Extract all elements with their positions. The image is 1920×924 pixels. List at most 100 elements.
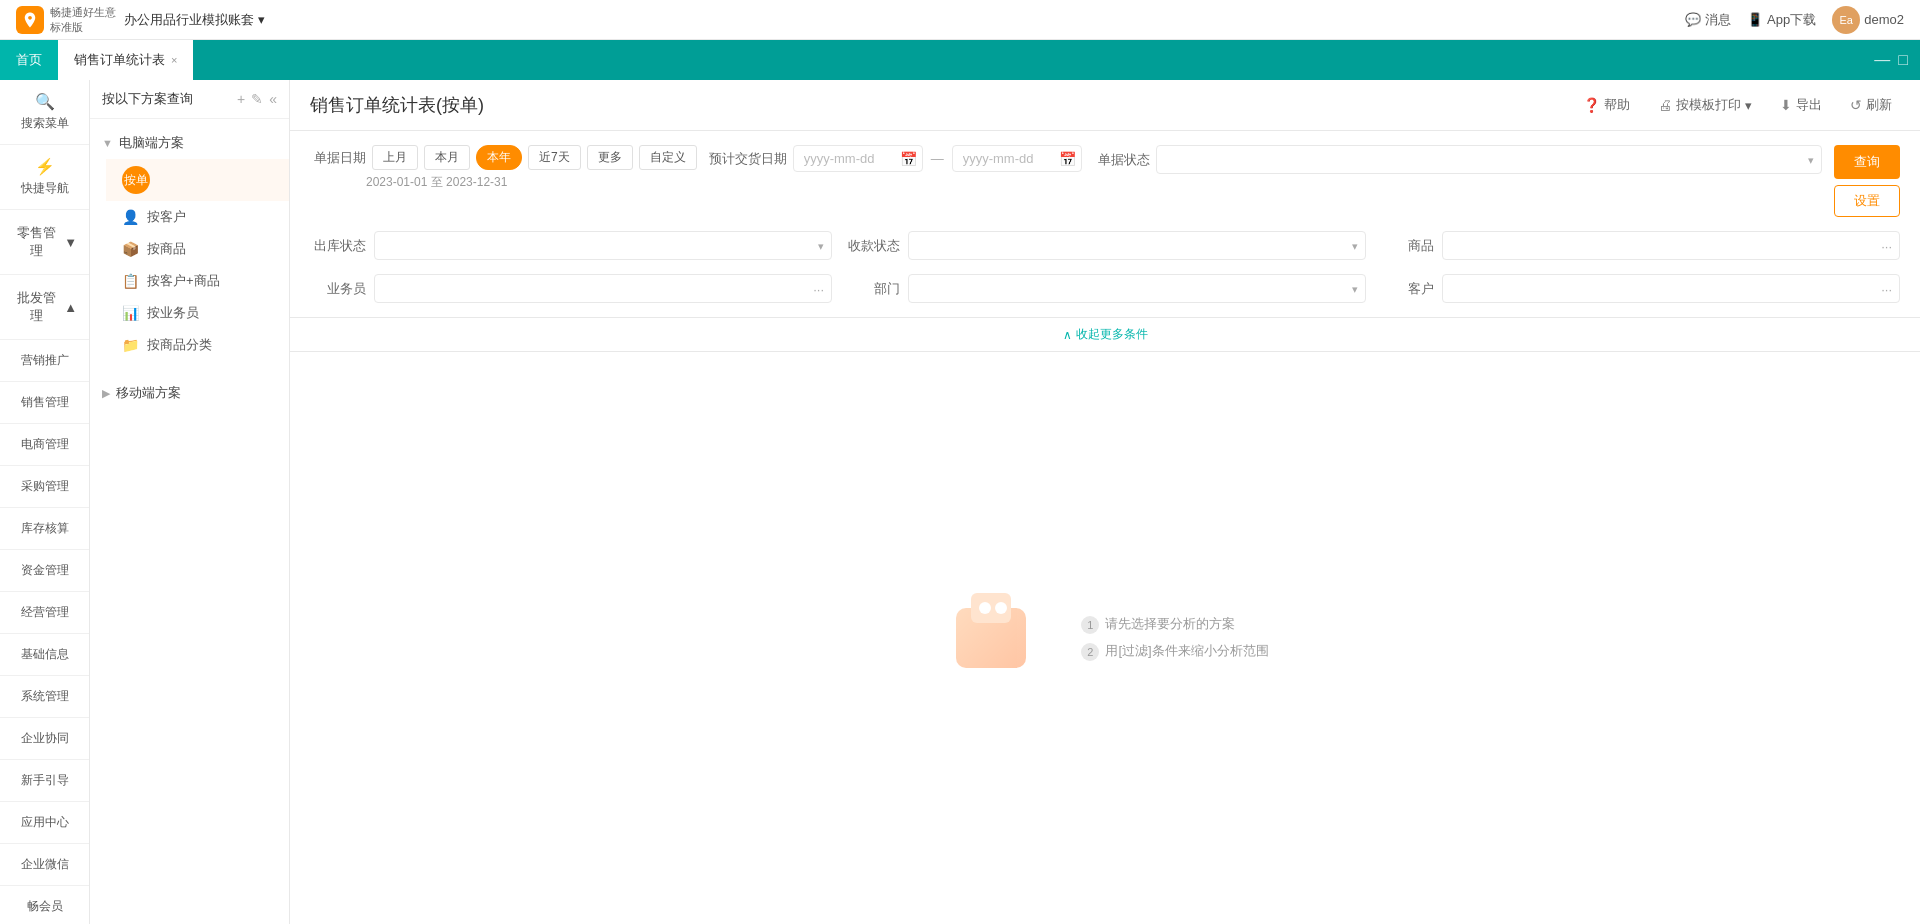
date-btn-year[interactable]: 本年: [476, 145, 522, 170]
sidebar-item-wechat[interactable]: 企业微信: [0, 844, 89, 886]
scheme-by-product-category[interactable]: 📁 按商品分类: [106, 329, 289, 361]
close-tab-icon[interactable]: ×: [171, 54, 177, 66]
scheme-by-customer[interactable]: 👤 按客户: [106, 201, 289, 233]
home-tab-label: 首页: [16, 51, 42, 69]
expected-date-label: 预计交货日期: [709, 150, 787, 168]
sidebar-item-marketing[interactable]: 营销推广: [0, 340, 89, 382]
print-caret-icon: ▾: [1745, 98, 1752, 113]
date-btn-7days[interactable]: 近7天: [528, 145, 581, 170]
print-icon: 🖨: [1658, 97, 1672, 113]
sidebar-item-quick-nav[interactable]: ⚡ 快捷导航: [0, 145, 89, 210]
refresh-icon: ↺: [1850, 97, 1862, 113]
date-btn-curr[interactable]: 本月: [424, 145, 470, 170]
search-button[interactable]: 查询: [1834, 145, 1900, 179]
date-btn-custom[interactable]: 自定义: [639, 145, 697, 170]
collapse-up-icon: ∧: [1063, 328, 1072, 342]
edit-scheme-icon[interactable]: ✎: [251, 91, 263, 107]
message-button[interactable]: 💬 消息: [1685, 11, 1731, 29]
sidebar-item-operations[interactable]: 经营管理: [0, 592, 89, 634]
collapse-panel-icon[interactable]: «: [269, 91, 277, 107]
user-menu[interactable]: Ea demo2: [1832, 6, 1904, 34]
sidebar-item-label: 基础信息: [21, 646, 69, 663]
template-print-label: 按模板打印: [1676, 96, 1741, 114]
customer-more-icon[interactable]: ···: [1881, 281, 1892, 296]
sidebar-item-retail[interactable]: 零售管理 ▼: [0, 210, 89, 275]
sidebar-item-system[interactable]: 系统管理: [0, 676, 89, 718]
search-menu-icon: 🔍: [35, 92, 55, 111]
sidebar-item-purchase[interactable]: 采购管理: [0, 466, 89, 508]
scheme-by-salesperson[interactable]: 📊 按业务员: [106, 297, 289, 329]
salesperson-input[interactable]: [374, 274, 832, 303]
help-button[interactable]: ❓ 帮助: [1575, 92, 1638, 118]
scheme-by-customer-product[interactable]: 📋 按客户+商品: [106, 265, 289, 297]
sidebar-item-ecommerce[interactable]: 电商管理: [0, 424, 89, 466]
scheme-by-order[interactable]: 按单: [106, 159, 289, 201]
dept-select[interactable]: [908, 274, 1366, 303]
pc-scheme-parent[interactable]: ▼ 电脑端方案: [90, 127, 289, 159]
customer-input[interactable]: [1442, 274, 1900, 303]
mobile-scheme-parent[interactable]: ▶ 移动端方案: [90, 377, 289, 409]
sidebar-item-label: 批发管理: [12, 289, 60, 325]
main-layout: 🔍 搜索菜单 ⚡ 快捷导航 零售管理 ▼ 批发管理 ▲ 营销推广 销售管理 电商…: [0, 80, 1920, 924]
message-label: 消息: [1705, 11, 1731, 29]
main-panel: 销售订单统计表(按单) ❓ 帮助 🖨 按模板打印 ▾ ⬇: [290, 80, 1920, 924]
collapse-bar[interactable]: ∧ 收起更多条件: [290, 318, 1920, 352]
minimize-icon[interactable]: —: [1874, 51, 1890, 69]
settings-button[interactable]: 设置: [1834, 185, 1900, 217]
sidebar-item-basic[interactable]: 基础信息: [0, 634, 89, 676]
sidebar-item-newbie[interactable]: 新手引导: [0, 760, 89, 802]
page-actions: ❓ 帮助 🖨 按模板打印 ▾ ⬇ 导出 ↺: [1575, 92, 1900, 118]
dept-label: 部门: [844, 280, 900, 298]
collapse-label: 收起更多条件: [1076, 326, 1148, 343]
sidebar-item-sales[interactable]: 销售管理: [0, 382, 89, 424]
sidebar-item-inventory[interactable]: 库存核算: [0, 508, 89, 550]
empty-illustration: [941, 588, 1041, 688]
by-customer-product-icon: 📋: [122, 273, 139, 289]
sidebar-item-member[interactable]: 畅会员: [0, 886, 89, 924]
out-status-select[interactable]: [374, 231, 832, 260]
export-icon: ⬇: [1780, 97, 1792, 113]
logo-icon: [16, 6, 44, 34]
by-customer-product-label: 按客户+商品: [147, 272, 220, 290]
app-download-label: App下载: [1767, 11, 1816, 29]
download-icon: 📱: [1747, 12, 1763, 27]
sidebar-item-app-center[interactable]: 应用中心: [0, 802, 89, 844]
hint-text-2: 用[过滤]条件来缩小分析范围: [1105, 642, 1268, 660]
export-label: 导出: [1796, 96, 1822, 114]
left-panel-actions: + ✎ «: [237, 91, 277, 107]
sidebar-item-wholesale[interactable]: 批发管理 ▲: [0, 275, 89, 340]
top-bar-left: 畅捷通好生意 标准版 办公用品行业模拟账套 ▾: [16, 5, 265, 34]
status-select[interactable]: [1156, 145, 1822, 174]
nav-tabs: 首页 销售订单统计表 × — □: [0, 40, 1920, 80]
sidebar-item-finance[interactable]: 资金管理: [0, 550, 89, 592]
goods-input[interactable]: [1442, 231, 1900, 260]
sidebar-item-search-menu[interactable]: 🔍 搜索菜单: [0, 80, 89, 145]
pc-scheme-section: ▼ 电脑端方案 按单 👤 按客户 📦 按商品: [90, 119, 289, 369]
app-download-button[interactable]: 📱 App下载: [1747, 11, 1816, 29]
salesperson-more-icon[interactable]: ···: [813, 281, 824, 296]
top-bar: 畅捷通好生意 标准版 办公用品行业模拟账套 ▾ 💬 消息 📱 App下载 Ea …: [0, 0, 1920, 40]
workspace-selector[interactable]: 办公用品行业模拟账套 ▾: [124, 11, 265, 29]
scheme-by-product[interactable]: 📦 按商品: [106, 233, 289, 265]
template-print-button[interactable]: 🖨 按模板打印 ▾: [1650, 92, 1760, 118]
refresh-button[interactable]: ↺ 刷新: [1842, 92, 1900, 118]
payment-status-select[interactable]: [908, 231, 1366, 260]
sidebar-item-label: 系统管理: [21, 688, 69, 705]
export-button[interactable]: ⬇ 导出: [1772, 92, 1830, 118]
tab-sales-order-stats[interactable]: 销售订单统计表 ×: [58, 40, 193, 80]
add-scheme-icon[interactable]: +: [237, 91, 245, 107]
sidebar-item-label: 零售管理: [12, 224, 60, 260]
sidebar-item-label: 应用中心: [21, 814, 69, 831]
help-icon: ❓: [1583, 97, 1600, 113]
sidebar: 🔍 搜索菜单 ⚡ 快捷导航 零售管理 ▼ 批发管理 ▲ 营销推广 销售管理 电商…: [0, 80, 90, 924]
tab-home[interactable]: 首页: [0, 40, 58, 80]
goods-more-icon[interactable]: ···: [1881, 238, 1892, 253]
date-btn-more[interactable]: 更多: [587, 145, 633, 170]
maximize-icon[interactable]: □: [1898, 51, 1908, 69]
sidebar-item-enterprise[interactable]: 企业协同: [0, 718, 89, 760]
goods-label: 商品: [1378, 237, 1434, 255]
date-btn-prev[interactable]: 上月: [372, 145, 418, 170]
left-panel: 按以下方案查询 + ✎ « ▼ 电脑端方案 按单 👤: [90, 80, 290, 924]
active-tab-label: 销售订单统计表: [74, 51, 165, 69]
page-title-row: 销售订单统计表(按单) ❓ 帮助 🖨 按模板打印 ▾ ⬇: [310, 92, 1900, 118]
